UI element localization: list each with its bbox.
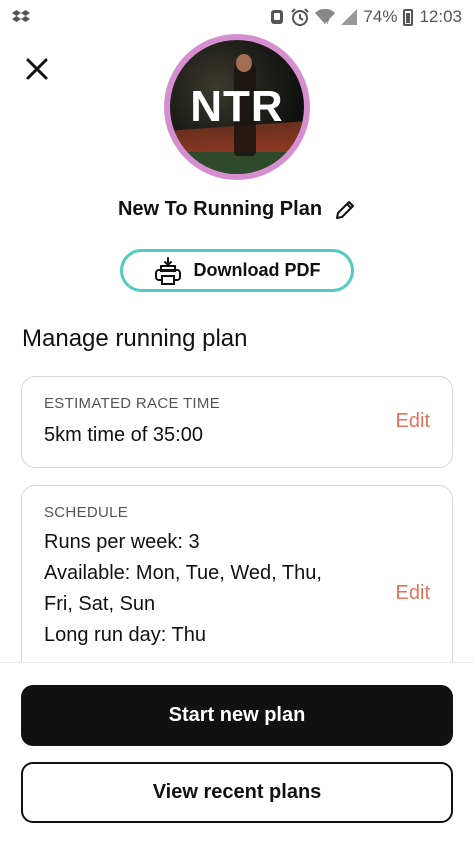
race-time-edit-button[interactable]: Edit (396, 410, 430, 433)
svg-text:?: ? (326, 19, 329, 25)
signal-icon (341, 9, 358, 25)
status-right: ? 74% 12:03 (269, 7, 462, 27)
plan-avatar: NTR (164, 34, 310, 180)
bottom-action-panel: Start new plan View recent plans (0, 662, 474, 842)
wifi-icon: ? (315, 9, 336, 25)
start-new-plan-button[interactable]: Start new plan (21, 685, 453, 746)
available-days-line1: Available: Mon, Tue, Wed, Thu, (44, 562, 322, 584)
race-time-value: 5km time of 35:00 (44, 424, 203, 446)
avatar-photo: NTR (170, 40, 304, 174)
schedule-label: SCHEDULE (44, 504, 129, 521)
close-icon (26, 58, 48, 80)
plan-title: New To Running Plan (117, 198, 323, 220)
manage-plan-heading: Manage running plan (22, 325, 248, 352)
avatar-initials: NTR (190, 82, 284, 131)
download-pdf-label: Download PDF (193, 260, 321, 280)
close-button[interactable] (22, 54, 52, 84)
printer-icon (154, 256, 181, 285)
race-time-card: ESTIMATED RACE TIME 5km time of 35:00 Ed… (21, 376, 453, 468)
battery-percent: 74% (363, 7, 398, 26)
race-time-label: ESTIMATED RACE TIME (44, 395, 220, 412)
alarm-icon (271, 10, 284, 24)
battery-icon (403, 8, 414, 26)
pencil-icon[interactable] (334, 199, 356, 221)
status-left (12, 10, 30, 24)
long-run-day: Long run day: Thu (44, 624, 206, 646)
view-recent-plans-button[interactable]: View recent plans (21, 762, 453, 823)
status-time: 12:03 (419, 7, 462, 26)
runs-per-week: Runs per week: 3 (44, 531, 200, 553)
clock-icon (291, 8, 310, 26)
plan-title-row: New To Running Plan (0, 198, 474, 221)
available-days-line2: Fri, Sat, Sun (44, 593, 156, 615)
dropbox-icon (12, 10, 30, 22)
schedule-edit-button[interactable]: Edit (396, 582, 430, 605)
status-bar: ? 74% 12:03 (0, 0, 474, 34)
download-pdf-button[interactable]: Download PDF (120, 249, 354, 292)
